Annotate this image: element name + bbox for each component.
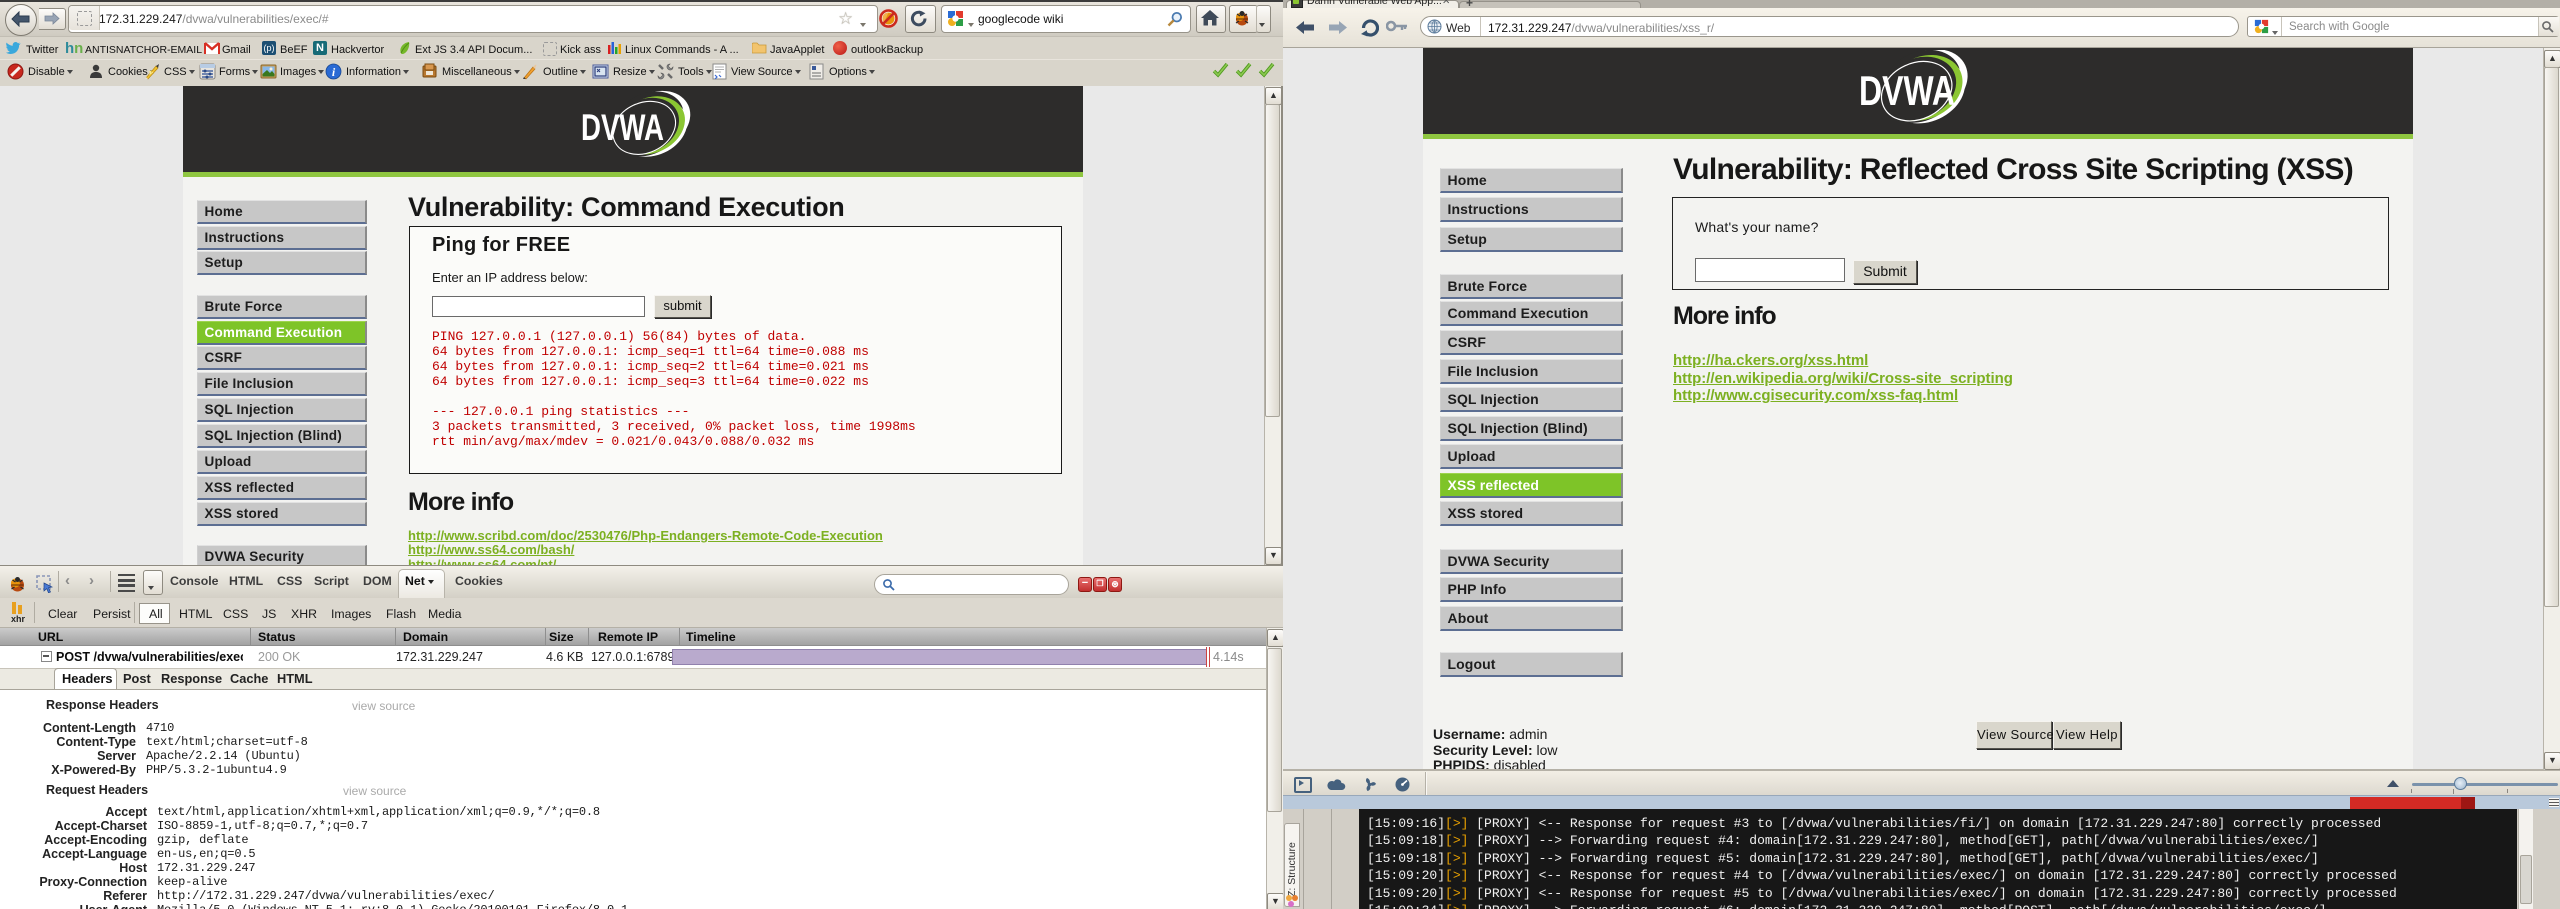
svg-text:DVWA: DVWA	[1859, 67, 1955, 114]
svg-text:DVWA: DVWA	[581, 107, 664, 148]
